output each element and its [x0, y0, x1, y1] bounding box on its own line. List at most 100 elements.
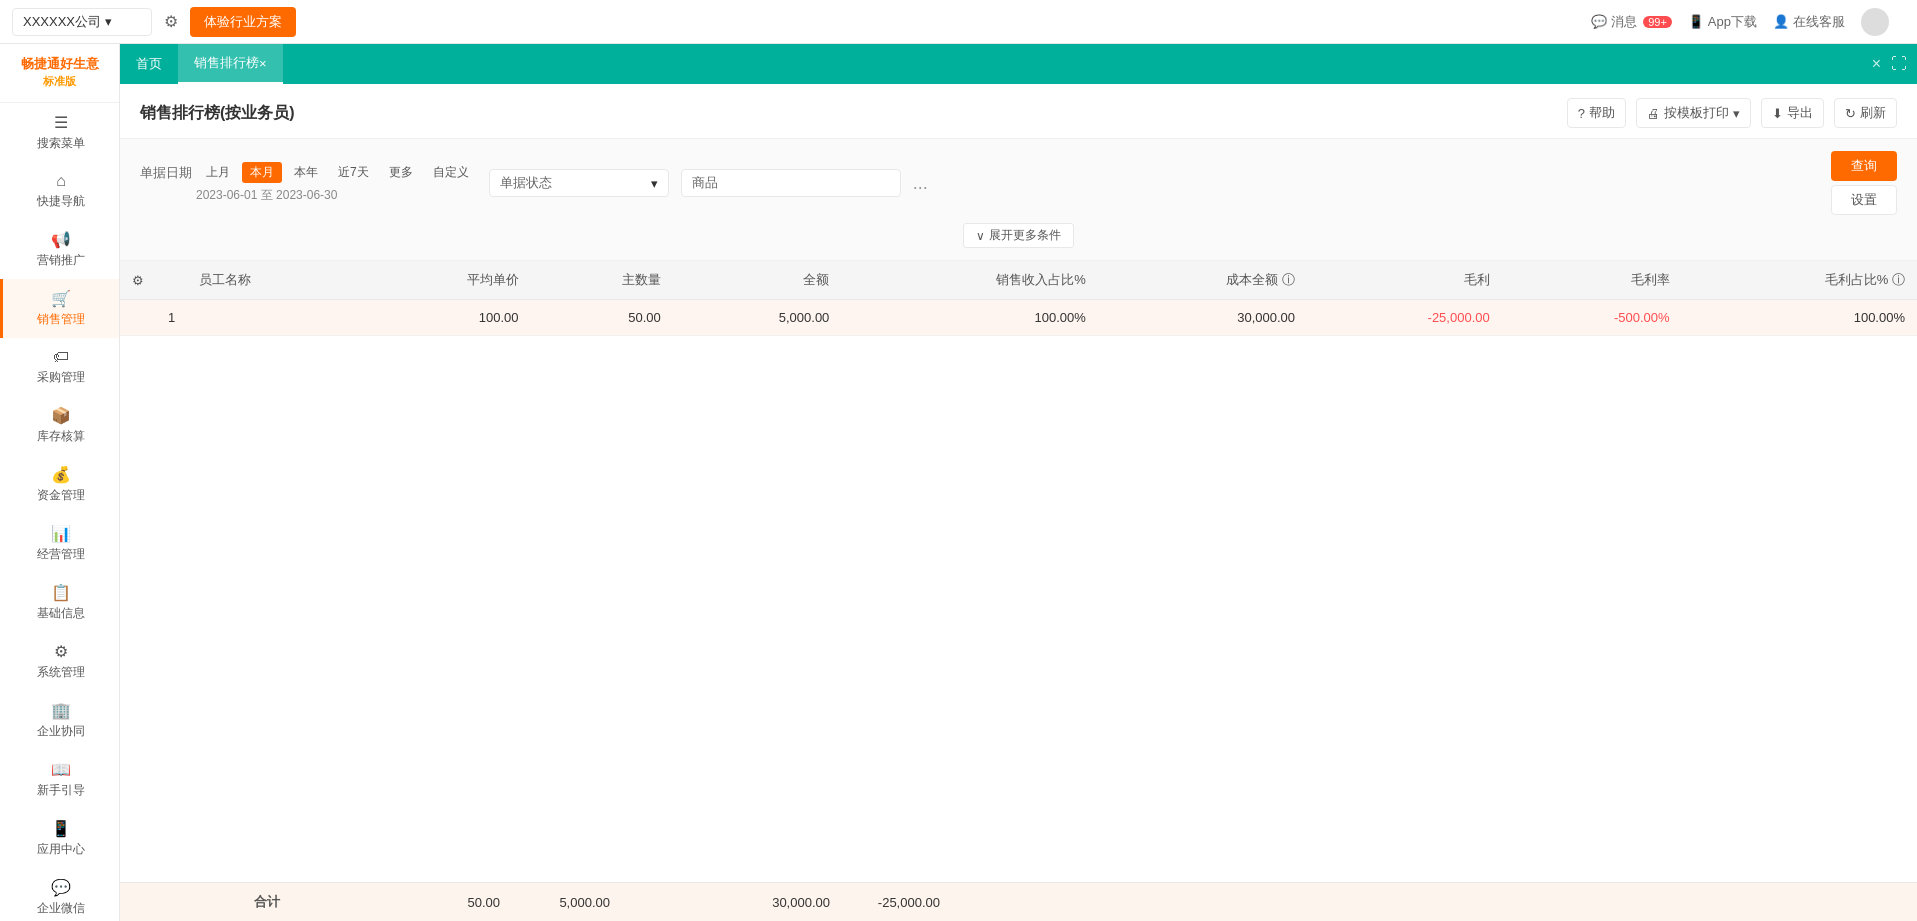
app-download-group[interactable]: 📱 App下载 — [1688, 13, 1757, 31]
tab-bar-end: × ⛶ — [1862, 55, 1917, 73]
dropdown-icon: ▾ — [105, 14, 112, 29]
more-filter-icon[interactable]: ... — [913, 173, 928, 194]
col-profit-pct: 毛利占比% ⓘ — [1682, 261, 1917, 300]
date-filter-group: 单据日期 上月 本月 本年 近7天 更多 自定义 2023 — [140, 162, 477, 204]
system-icon: ⚙ — [54, 642, 68, 661]
cell-cost: 30,000.00 — [1098, 300, 1307, 336]
avatar[interactable] — [1861, 8, 1889, 36]
sidebar-item-sales[interactable]: 🛒 销售管理 — [0, 279, 119, 338]
tab-home[interactable]: 首页 — [120, 44, 178, 84]
goods-filter-label: 商品 — [692, 174, 718, 192]
status-filter-label: 单据状态 — [500, 174, 552, 192]
tab-sales-ranking[interactable]: 销售排行榜 × — [178, 44, 283, 84]
data-table: ⚙ 员工名称 平均单价 主数量 全额 销售收入占比% 成本全额 ⓘ 毛利 毛利率 — [120, 261, 1917, 336]
col-cost: 成本全额 ⓘ — [1098, 261, 1307, 300]
goods-filter[interactable]: 商品 — [681, 169, 901, 197]
col-rank — [156, 261, 187, 300]
enterprise-icon: 🏢 — [51, 701, 71, 720]
col-employee: 员工名称 — [187, 261, 359, 300]
filter-area: 单据日期 上月 本月 本年 近7天 更多 自定义 2023 — [120, 139, 1917, 261]
settings-icon[interactable]: ⚙ — [160, 8, 182, 35]
sidebar-item-label: 基础信息 — [37, 605, 85, 622]
sidebar-item-enterprise[interactable]: 🏢 企业协同 — [0, 691, 119, 750]
date-tab-current-month[interactable]: 本月 — [242, 162, 282, 183]
date-tab-current-year[interactable]: 本年 — [286, 162, 326, 183]
basic-info-icon: 📋 — [51, 583, 71, 602]
expand-icon: ∨ — [976, 229, 985, 243]
sidebar: 畅捷通好生意 标准版 ☰ 搜索菜单 ⌂ 快捷导航 📢 营销推广 � — [0, 44, 120, 921]
brand-name: 畅捷通好生意 标准版 — [8, 56, 111, 90]
refresh-button[interactable]: ↻ 刷新 — [1834, 98, 1897, 128]
sidebar-item-app-center[interactable]: 📱 应用中心 — [0, 809, 119, 868]
sidebar-item-label: 库存核算 — [37, 428, 85, 445]
goods-filter-input[interactable] — [722, 176, 890, 191]
sidebar-item-quick-nav[interactable]: ⌂ 快捷导航 — [0, 162, 119, 220]
tab-end-close-icon[interactable]: × — [1872, 55, 1881, 73]
sidebar-item-label: 企业微信 — [37, 900, 85, 917]
sidebar-item-operations[interactable]: 📊 经营管理 — [0, 514, 119, 573]
operations-icon: 📊 — [51, 524, 71, 543]
top-bar-right: 💬 消息 99+ 📱 App下载 👤 在线客服 — [1591, 8, 1905, 36]
table-body: 1 100.00 50.00 5,000.00 100.00% 30,000.0… — [120, 300, 1917, 336]
online-service-label: 在线客服 — [1793, 13, 1845, 31]
date-tab-more[interactable]: 更多 — [381, 162, 421, 183]
app-download-label: App下载 — [1708, 13, 1757, 31]
date-tab-custom[interactable]: 自定义 — [425, 162, 477, 183]
date-tab-last-month[interactable]: 上月 — [198, 162, 238, 183]
main-area: 畅捷通好生意 标准版 ☰ 搜索菜单 ⌂ 快捷导航 📢 营销推广 � — [0, 44, 1917, 921]
company-selector[interactable]: XXXXXX公司 ▾ — [12, 8, 152, 36]
query-section: 查询 设置 — [1831, 151, 1897, 215]
col-gear[interactable]: ⚙ — [120, 261, 156, 300]
query-button[interactable]: 查询 — [1831, 151, 1897, 181]
tab-end-expand-icon[interactable]: ⛶ — [1891, 55, 1907, 73]
online-service-group[interactable]: 👤 在线客服 — [1773, 13, 1845, 31]
cell-profit: -25,000.00 — [1307, 300, 1502, 336]
refresh-icon: ↻ — [1845, 106, 1856, 121]
content-area: 首页 销售排行榜 × × ⛶ 销售排行榜(按业务员) — [120, 44, 1917, 921]
date-tabs: 上月 本月 本年 近7天 更多 自定义 — [198, 162, 477, 183]
status-filter[interactable]: 单据状态 ▾ — [489, 169, 669, 197]
cell-profit-pct: 100.00% — [1682, 300, 1917, 336]
sidebar-item-finance[interactable]: 💰 资金管理 — [0, 455, 119, 514]
message-group[interactable]: 💬 消息 99+ — [1591, 13, 1672, 31]
expand-btn[interactable]: ∨ 展开更多条件 — [963, 223, 1074, 248]
sidebar-item-basic-info[interactable]: 📋 基础信息 — [0, 573, 119, 632]
sidebar-item-label: 应用中心 — [37, 841, 85, 858]
quick-nav-icon: ⌂ — [56, 172, 66, 190]
footer-amount: 5,000.00 — [512, 895, 622, 910]
settings-button[interactable]: 设置 — [1831, 185, 1897, 215]
trial-button[interactable]: 体验行业方案 — [190, 7, 296, 37]
page-content: 销售排行榜(按业务员) ? 帮助 🖨 按模板打印 ▾ ⬇ — [120, 84, 1917, 921]
sidebar-item-enterprise-wechat[interactable]: 💬 企业微信 — [0, 868, 119, 921]
enterprise-wechat-icon: 💬 — [51, 878, 71, 897]
cell-sales-pct: 100.00% — [841, 300, 1098, 336]
page-header-actions: ? 帮助 🖨 按模板打印 ▾ ⬇ 导出 ↻ — [1567, 98, 1897, 128]
cell-profit-rate: -500.00% — [1502, 300, 1682, 336]
sidebar-item-label: 新手引导 — [37, 782, 85, 799]
export-icon: ⬇ — [1772, 106, 1783, 121]
help-icon: ? — [1578, 106, 1585, 121]
print-button[interactable]: 🖨 按模板打印 ▾ — [1636, 98, 1751, 128]
sidebar-item-inventory[interactable]: 📦 库存核算 — [0, 396, 119, 455]
service-icon: 👤 — [1773, 14, 1789, 29]
filter-row-1: 单据日期 上月 本月 本年 近7天 更多 自定义 2023 — [140, 151, 1897, 215]
export-button[interactable]: ⬇ 导出 — [1761, 98, 1824, 128]
table-header-row: ⚙ 员工名称 平均单价 主数量 全额 销售收入占比% 成本全额 ⓘ 毛利 毛利率 — [120, 261, 1917, 300]
sidebar-item-system[interactable]: ⚙ 系统管理 — [0, 632, 119, 691]
cell-amount: 5,000.00 — [673, 300, 842, 336]
message-icon: 💬 — [1591, 14, 1607, 29]
page-header: 销售排行榜(按业务员) ? 帮助 🖨 按模板打印 ▾ ⬇ — [120, 84, 1917, 139]
top-bar: XXXXXX公司 ▾ ⚙ 体验行业方案 💬 消息 99+ 📱 App下载 👤 在… — [0, 0, 1917, 44]
sidebar-item-marketing[interactable]: 📢 营销推广 — [0, 220, 119, 279]
footer-label: 合计 — [242, 893, 322, 911]
col-avg-price: 平均单价 — [359, 261, 531, 300]
help-button[interactable]: ? 帮助 — [1567, 98, 1626, 128]
sidebar-item-search-orders[interactable]: ☰ 搜索菜单 — [0, 103, 119, 162]
search-orders-icon: ☰ — [54, 113, 68, 132]
sidebar-item-purchase[interactable]: 🏷 采购管理 — [0, 338, 119, 396]
cell-qty: 50.00 — [531, 300, 673, 336]
sidebar-item-guide[interactable]: 📖 新手引导 — [0, 750, 119, 809]
tab-close-icon[interactable]: × — [259, 56, 267, 71]
date-tab-7days[interactable]: 近7天 — [330, 162, 377, 183]
cell-avg-price: 100.00 — [359, 300, 531, 336]
